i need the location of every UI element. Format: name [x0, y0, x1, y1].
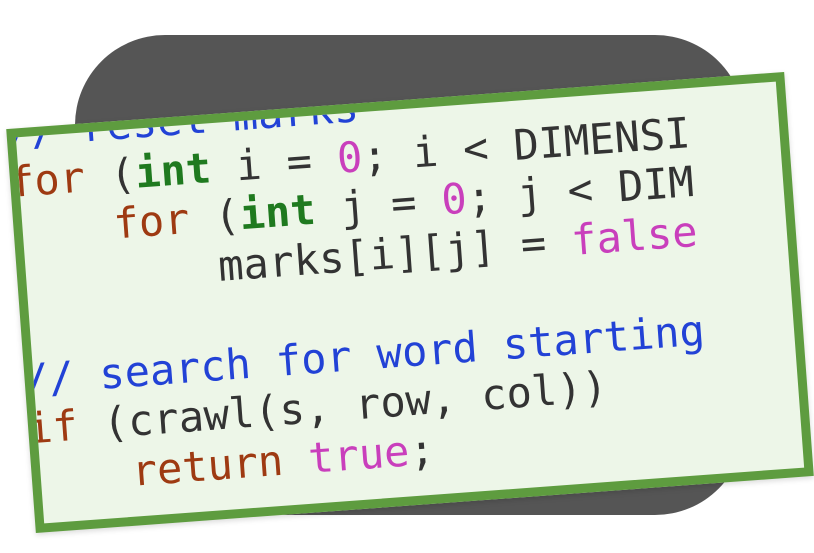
- type-int: int: [238, 185, 317, 239]
- code-snippet-card: // reset marks for (int i = 0; i < DIMEN…: [6, 72, 814, 533]
- code-block: // reset marks for (int i = 0; i < DIMEN…: [6, 72, 814, 504]
- keyword-for: for: [7, 152, 86, 206]
- literal-false: false: [569, 206, 699, 264]
- type-int: int: [133, 143, 212, 197]
- keyword-if: if: [25, 401, 79, 454]
- literal-zero: 0: [440, 174, 469, 225]
- var-j: j: [339, 181, 368, 232]
- var-i: i: [234, 139, 263, 190]
- punct: (: [83, 148, 137, 201]
- literal-true: true: [307, 426, 411, 482]
- keyword-for: for: [112, 194, 191, 248]
- literal-zero: 0: [335, 132, 364, 183]
- keyword-return: return: [130, 436, 285, 496]
